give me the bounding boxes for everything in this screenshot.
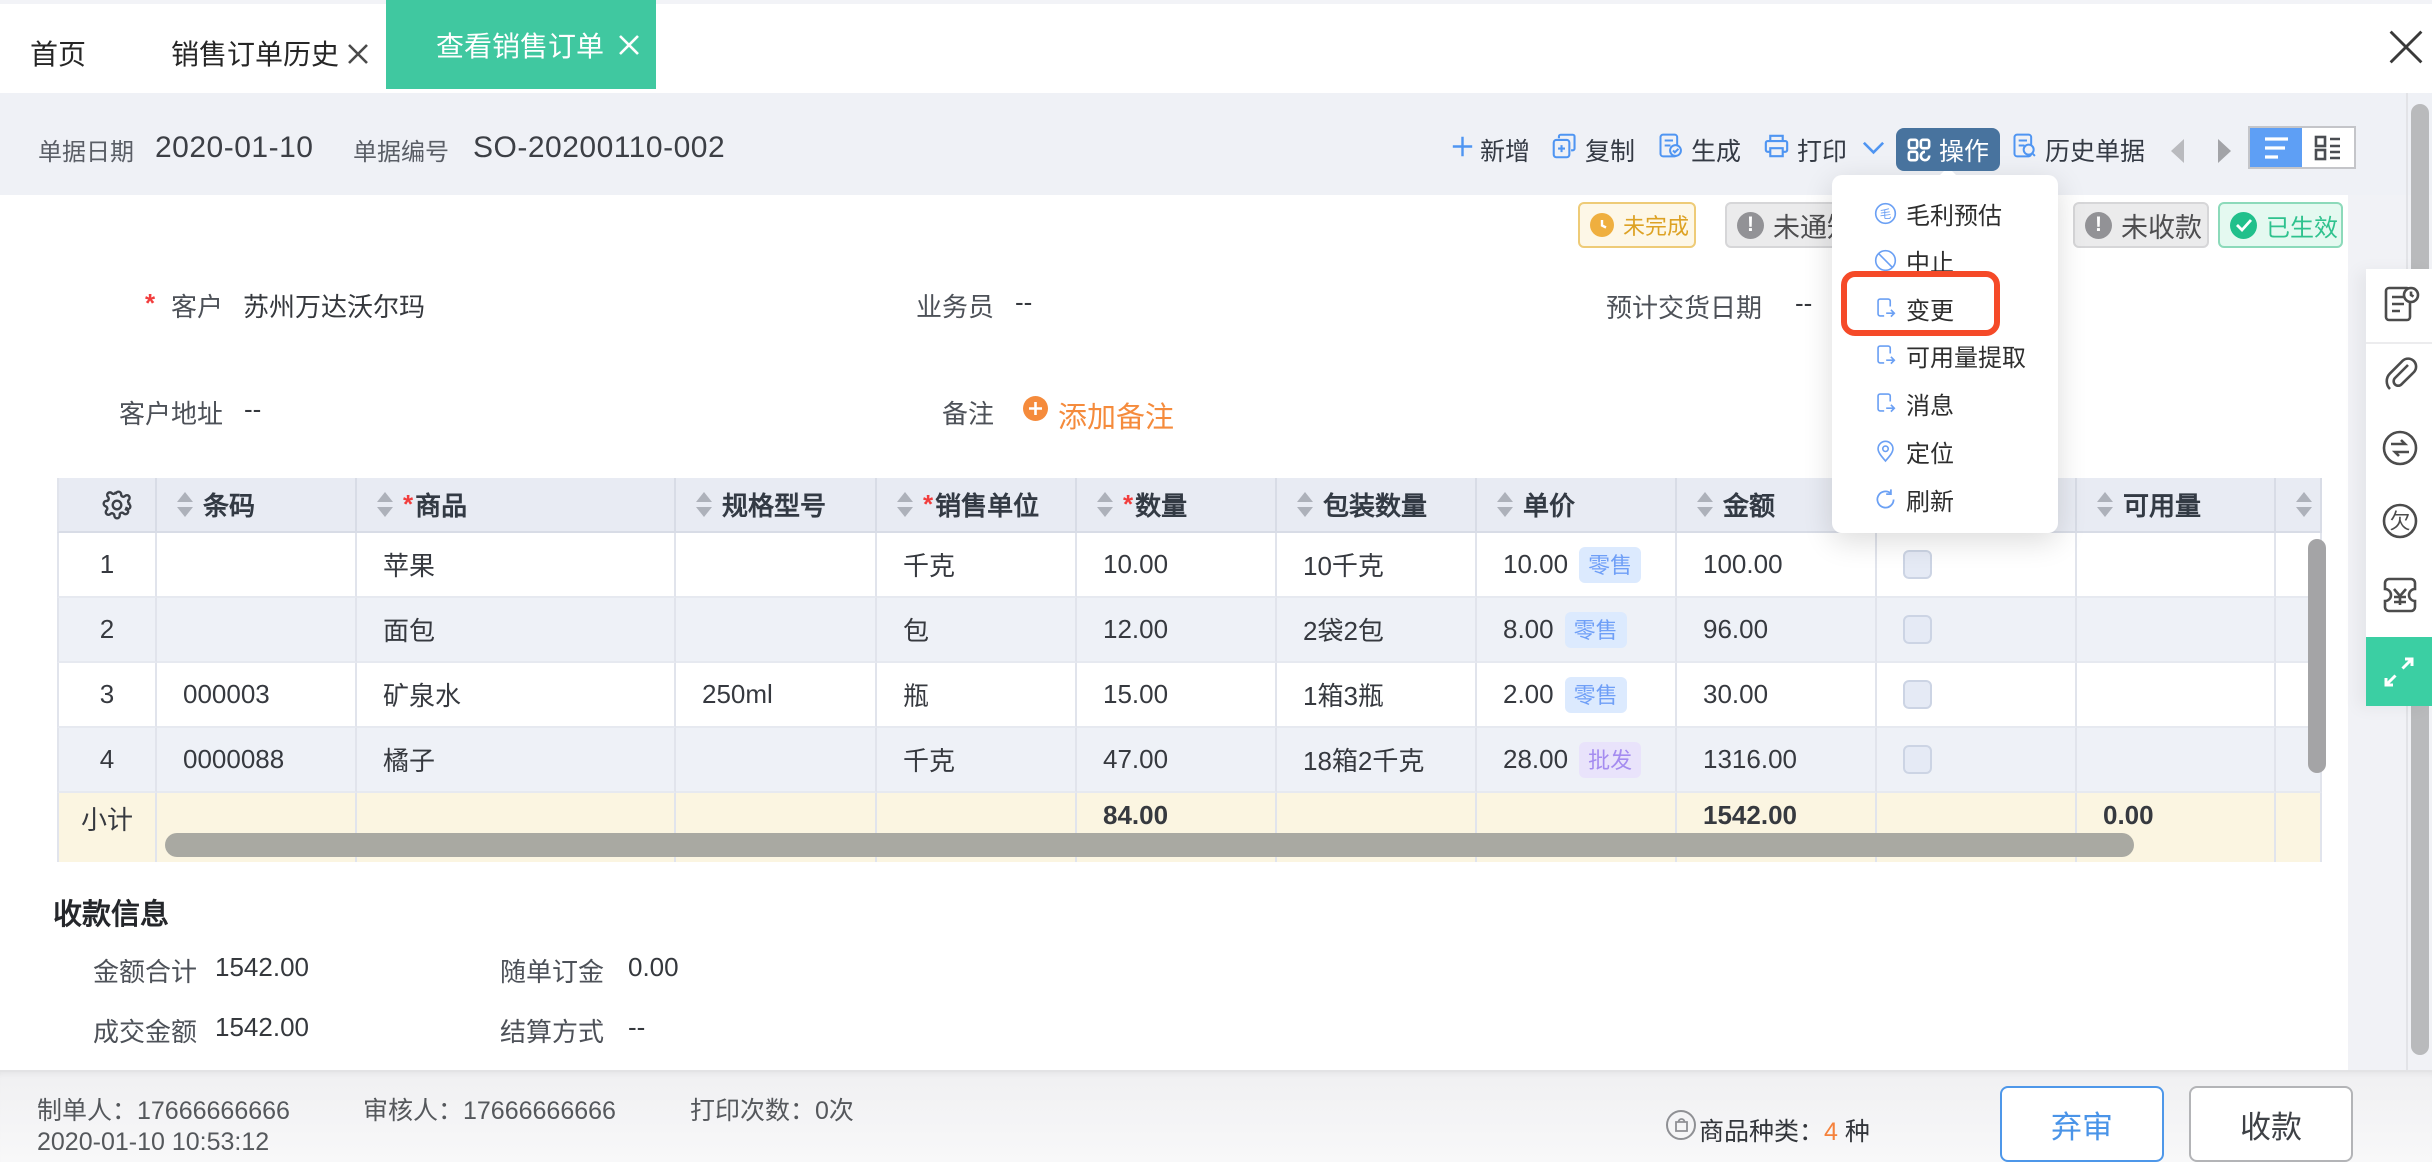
svg-text:毛: 毛 xyxy=(1880,208,1892,221)
